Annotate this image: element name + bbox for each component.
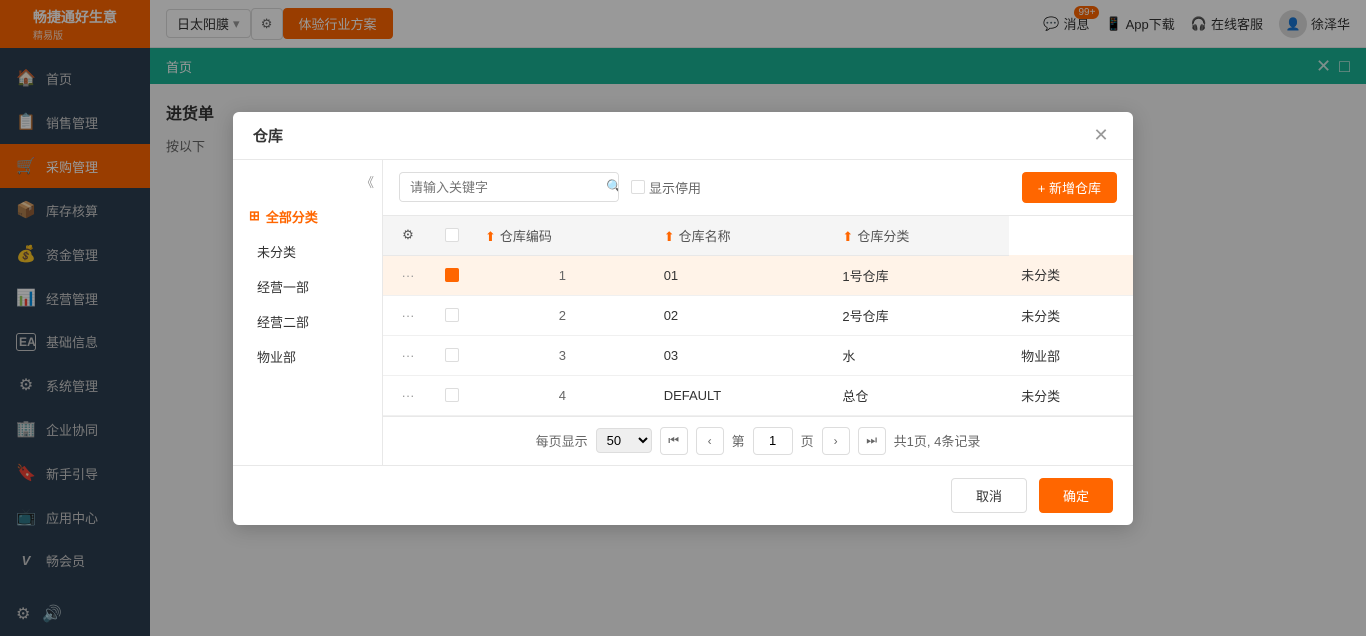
add-warehouse-button[interactable]: + 新增仓库 bbox=[1022, 172, 1117, 203]
row-checkbox-cell bbox=[433, 295, 473, 335]
sort-icon-category: ⬆ bbox=[842, 229, 853, 244]
total-info: 共1页, 4条记录 bbox=[894, 431, 981, 450]
cancel-button[interactable]: 取消 bbox=[951, 478, 1027, 513]
per-page-select[interactable]: 50 100 bbox=[596, 428, 652, 453]
column-header-code: ⬆仓库编码 bbox=[473, 216, 652, 256]
row-category: 未分类 bbox=[1009, 295, 1133, 335]
prev-page-button[interactable]: ‹ bbox=[696, 427, 724, 455]
last-page-button[interactable]: ⏭ bbox=[858, 427, 886, 455]
column-gear-icon[interactable]: ⚙ bbox=[402, 227, 414, 242]
row-number: 1 bbox=[473, 255, 652, 295]
row-number: 4 bbox=[473, 375, 652, 415]
sidebar-collapse-button[interactable]: 《 bbox=[233, 172, 382, 199]
pagination-bar: 每页显示 50 100 ⏮ ‹ 第 页 › ⏭ 共1页, 4条记录 bbox=[383, 416, 1133, 465]
page-input[interactable] bbox=[753, 427, 793, 455]
modal-main-area: 🔍 显示停用 + 新增仓库 ⚙ bbox=[383, 160, 1133, 465]
modal-overlay: 仓库 ✕ 《 ⊞ 全部分类 未分类 经营一部 经营二部 物业部 bbox=[0, 0, 1366, 636]
row-actions-cell: ··· bbox=[383, 375, 433, 415]
table-row[interactable]: ··· 4 DEFAULT 总仓 未分类 bbox=[383, 375, 1133, 415]
modal-title: 仓库 bbox=[253, 125, 283, 146]
row-category: 未分类 bbox=[1009, 255, 1133, 295]
grid-icon: ⊞ bbox=[249, 208, 260, 224]
column-header-category: ⬆仓库分类 bbox=[830, 216, 1009, 256]
sort-icon: ⬆ bbox=[485, 229, 496, 244]
modal-body: 《 ⊞ 全部分类 未分类 经营一部 经营二部 物业部 🔍 bbox=[233, 160, 1133, 465]
per-page-label: 每页显示 bbox=[536, 431, 588, 450]
modal-header: 仓库 ✕ bbox=[233, 112, 1133, 160]
row-checkbox[interactable] bbox=[445, 348, 459, 362]
row-actions-cell: ··· bbox=[383, 255, 433, 295]
modal-category-sidebar: 《 ⊞ 全部分类 未分类 经营一部 经营二部 物业部 bbox=[233, 160, 383, 465]
select-all-checkbox[interactable] bbox=[445, 228, 459, 242]
confirm-button[interactable]: 确定 bbox=[1039, 478, 1113, 513]
row-code: 03 bbox=[652, 335, 831, 375]
show-disabled-checkbox[interactable] bbox=[631, 180, 645, 194]
row-category: 物业部 bbox=[1009, 335, 1133, 375]
table-row[interactable]: ··· 1 01 1号仓库 未分类 bbox=[383, 255, 1133, 295]
row-actions-cell: ··· bbox=[383, 335, 433, 375]
modal-close-button[interactable]: ✕ bbox=[1089, 123, 1113, 147]
row-name: 水 bbox=[830, 335, 1009, 375]
sort-icon-name: ⬆ bbox=[664, 229, 675, 244]
row-checkbox[interactable] bbox=[445, 268, 459, 282]
modal: 仓库 ✕ 《 ⊞ 全部分类 未分类 经营一部 经营二部 物业部 bbox=[233, 112, 1133, 525]
category-item-property[interactable]: 物业部 bbox=[233, 339, 382, 374]
row-checkbox-cell bbox=[433, 375, 473, 415]
next-page-button[interactable]: › bbox=[822, 427, 850, 455]
search-box: 🔍 bbox=[399, 172, 619, 202]
first-page-button[interactable]: ⏮ bbox=[660, 427, 688, 455]
row-checkbox-cell bbox=[433, 335, 473, 375]
category-item-ops1[interactable]: 经营一部 bbox=[233, 269, 382, 304]
row-code: 02 bbox=[652, 295, 831, 335]
row-name: 2号仓库 bbox=[830, 295, 1009, 335]
table-row[interactable]: ··· 3 03 水 物业部 bbox=[383, 335, 1133, 375]
column-header-name: ⬆仓库名称 bbox=[652, 216, 831, 256]
category-item-unclassified[interactable]: 未分类 bbox=[233, 234, 382, 269]
row-number: 3 bbox=[473, 335, 652, 375]
row-actions-cell: ··· bbox=[383, 295, 433, 335]
show-disabled-label[interactable]: 显示停用 bbox=[631, 178, 701, 197]
page-label: 第 bbox=[732, 431, 745, 450]
page-unit: 页 bbox=[801, 431, 814, 450]
row-number: 2 bbox=[473, 295, 652, 335]
search-input[interactable] bbox=[400, 174, 596, 201]
column-header-check bbox=[433, 216, 473, 256]
search-button[interactable]: 🔍 bbox=[596, 173, 619, 201]
all-categories-label: 全部分类 bbox=[266, 207, 318, 226]
warehouse-table: ⚙ ⬆仓库编码 ⬆仓库名称 bbox=[383, 216, 1133, 416]
row-checkbox[interactable] bbox=[445, 388, 459, 402]
category-item-ops2[interactable]: 经营二部 bbox=[233, 304, 382, 339]
all-categories-header[interactable]: ⊞ 全部分类 bbox=[233, 199, 382, 234]
modal-actions: 取消 确定 bbox=[233, 465, 1133, 525]
row-code: DEFAULT bbox=[652, 375, 831, 415]
modal-search-toolbar: 🔍 显示停用 + 新增仓库 bbox=[383, 160, 1133, 216]
column-header-settings: ⚙ bbox=[383, 216, 433, 256]
row-checkbox-cell bbox=[433, 255, 473, 295]
row-name: 总仓 bbox=[830, 375, 1009, 415]
row-checkbox[interactable] bbox=[445, 308, 459, 322]
table-row[interactable]: ··· 2 02 2号仓库 未分类 bbox=[383, 295, 1133, 335]
row-name: 1号仓库 bbox=[830, 255, 1009, 295]
row-category: 未分类 bbox=[1009, 375, 1133, 415]
row-code: 01 bbox=[652, 255, 831, 295]
